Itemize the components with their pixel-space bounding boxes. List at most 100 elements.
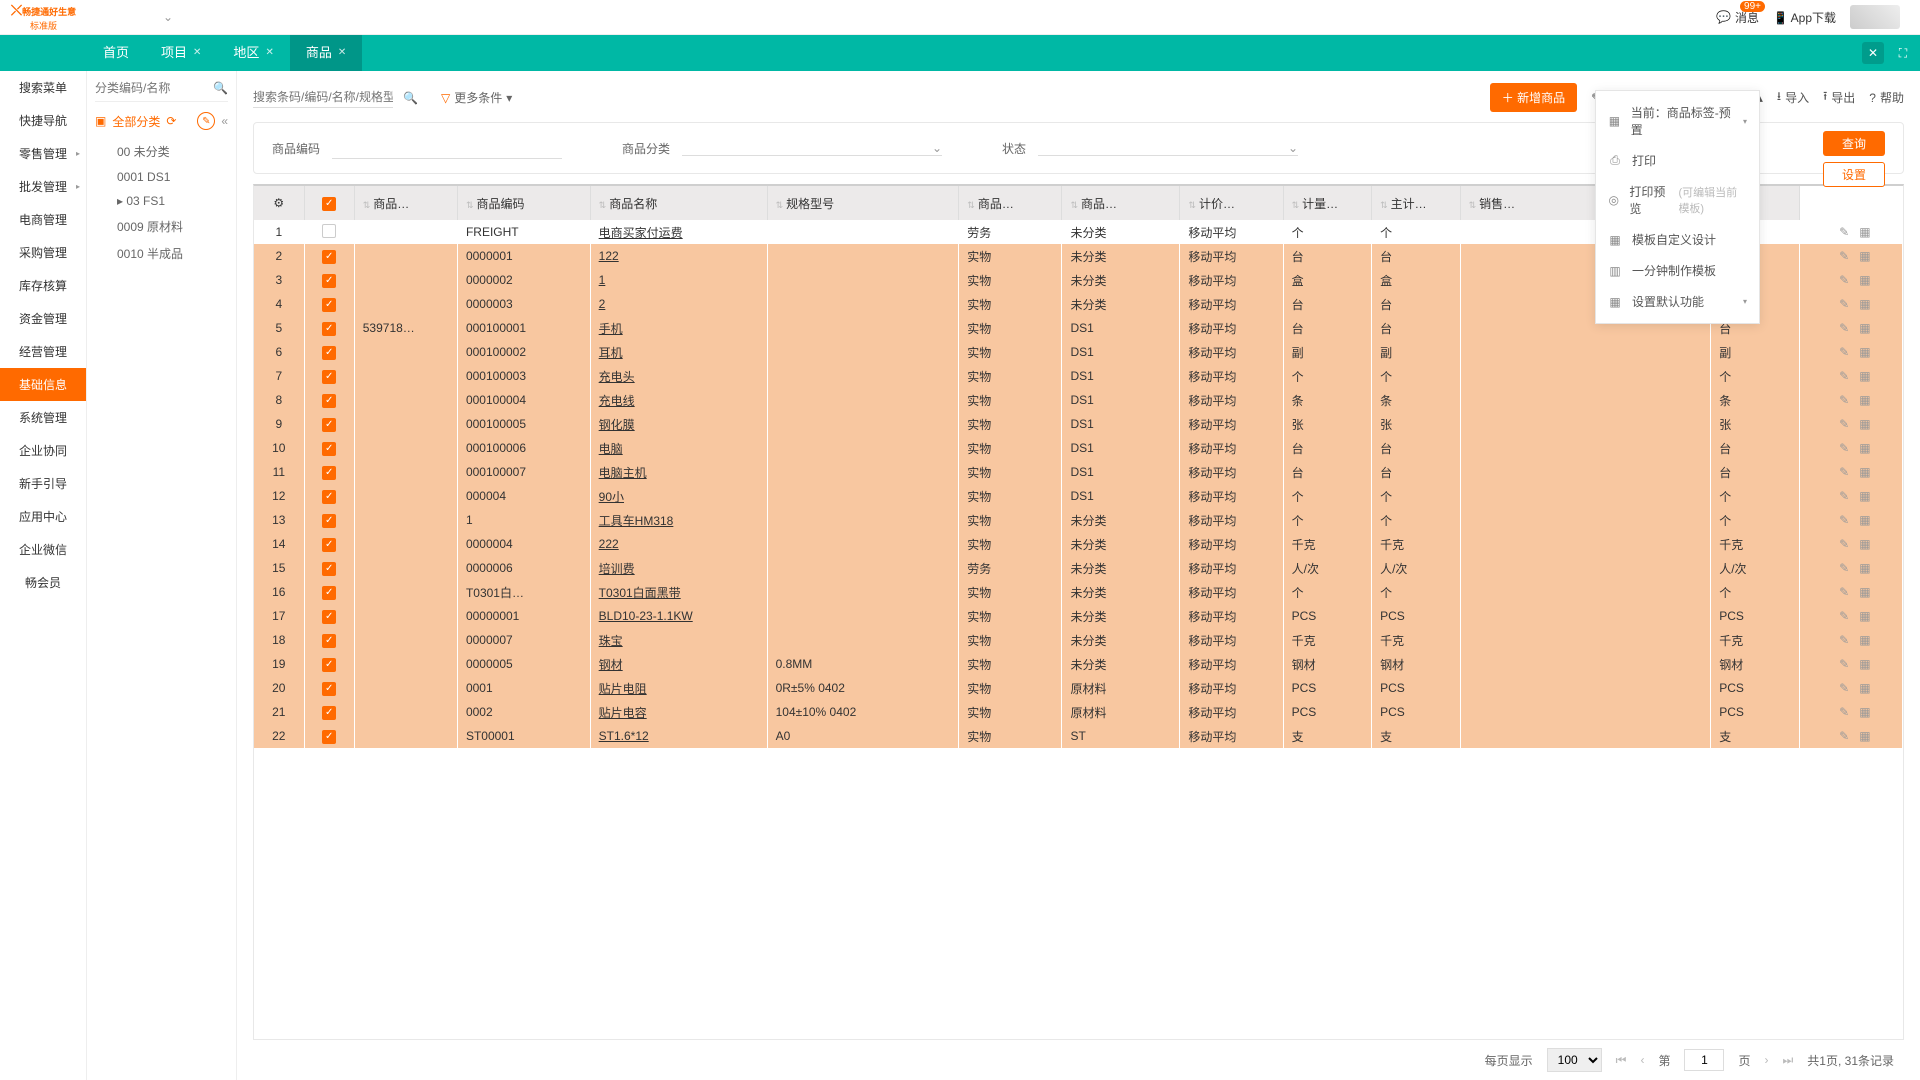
per-page-select[interactable]: 100 [1547,1048,1602,1072]
more-icon[interactable]: ▦ [1859,297,1870,311]
column-header[interactable]: ⇅商品… [1062,186,1180,220]
more-icon[interactable]: ▦ [1859,369,1870,383]
table-row[interactable]: 6✓000100002耳机实物DS1移动平均副副副✎▦ [254,340,1903,364]
more-icon[interactable]: ▦ [1859,465,1870,479]
more-icon[interactable]: ▦ [1859,489,1870,503]
tab-项目[interactable]: 项目✕ [145,35,217,71]
column-header[interactable]: ⇅计量… [1283,186,1371,220]
table-row[interactable]: 11✓000100007电脑主机实物DS1移动平均台台台✎▦ [254,460,1903,484]
more-icon[interactable]: ▦ [1859,681,1870,695]
table-row[interactable]: 20✓0001贴片电阻0R±5% 0402实物原材料移动平均PCSPCSPCS✎… [254,676,1903,700]
table-row[interactable]: 15✓0000006培训费劳务未分类移动平均人/次人/次人/次✎▦ [254,556,1903,580]
more-conditions-button[interactable]: ▽ 更多条件 ▾ [441,89,512,106]
edit-icon[interactable]: ✎ [1839,465,1849,479]
tree-node[interactable]: ▸ 03 FS1 [95,189,228,213]
close-icon[interactable]: ✕ [265,35,273,71]
more-icon[interactable]: ▦ [1859,249,1870,263]
next-page-button[interactable]: › [1764,1053,1768,1067]
sidenav-item[interactable]: 电商管理 [0,203,86,236]
tab-商品[interactable]: 商品✕ [290,35,362,71]
column-header[interactable]: ⇅商品名称 [590,186,767,220]
sidenav-item[interactable]: 资金管理 [0,302,86,335]
table-row[interactable]: 7✓000100003充电头实物DS1移动平均个个个✎▦ [254,364,1903,388]
edit-tree-icon[interactable]: ✎ [197,112,215,130]
edit-icon[interactable]: ✎ [1839,345,1849,359]
tree-node[interactable]: 00 未分类 [95,138,228,165]
search-icon[interactable]: 🔍 [403,91,418,105]
column-header[interactable]: ⇅规格型号 [767,186,959,220]
table-row[interactable]: 14✓0000004222实物未分类移动平均千克千克千克✎▦ [254,532,1903,556]
filter-category-select[interactable]: ⌄ [682,141,942,156]
tree-search-input[interactable] [95,81,213,95]
edit-icon[interactable]: ✎ [1839,633,1849,647]
add-product-button[interactable]: ＋ 新增商品 [1490,83,1577,112]
sidenav-item[interactable]: 应用中心 [0,500,86,533]
edit-icon[interactable]: ✎ [1839,537,1849,551]
edit-icon[interactable]: ✎ [1839,393,1849,407]
more-icon[interactable]: ▦ [1859,537,1870,551]
more-icon[interactable]: ▦ [1859,633,1870,647]
company-selector[interactable]: ⌄ [107,9,173,26]
gear-column[interactable]: ⚙ [254,186,304,220]
edit-icon[interactable]: ✎ [1839,417,1849,431]
table-row[interactable]: 9✓000100005钢化膜实物DS1移动平均张张张✎▦ [254,412,1903,436]
sidenav-item[interactable]: 零售管理▸ [0,137,86,170]
table-row[interactable]: 8✓000100004充电线实物DS1移动平均条条条✎▦ [254,388,1903,412]
tree-all-label[interactable]: 全部分类 [112,113,160,130]
filter-status-select[interactable]: ⌄ [1038,141,1298,156]
column-header[interactable]: ⇅商品… [354,186,457,220]
more-icon[interactable]: ▦ [1859,321,1870,335]
more-icon[interactable]: ▦ [1859,345,1870,359]
table-row[interactable]: 22✓ST00001ST1.6*12A0实物ST移动平均支支支✎▦ [254,724,1903,748]
table-row[interactable]: 18✓0000007珠宝实物未分类移动平均千克千克千克✎▦ [254,628,1903,652]
tree-node[interactable]: 0010 半成品 [95,240,228,267]
more-icon[interactable]: ▦ [1859,225,1870,239]
dropdown-item[interactable]: ▥一分钟制作模板 [1596,255,1759,286]
fullscreen-icon[interactable]: ⛶ [1892,42,1914,64]
sidenav-item[interactable]: 基础信息 [0,368,86,401]
import-button[interactable]: ⭳导入 [1777,87,1809,108]
sidenav-item[interactable]: 库存核算 [0,269,86,302]
dropdown-item[interactable]: ◎打印预览(可编辑当前模板) [1596,176,1759,224]
messages-button[interactable]: 💬 消息 99+ [1716,9,1759,26]
dropdown-item[interactable]: ▦设置默认功能▾ [1596,286,1759,317]
edit-icon[interactable]: ✎ [1839,609,1849,623]
select-all[interactable]: ✓ [304,186,354,220]
prev-page-button[interactable]: ‹ [1640,1053,1644,1067]
tree-node[interactable]: 0001 DS1 [95,165,228,189]
more-icon[interactable]: ▦ [1859,273,1870,287]
last-page-button[interactable]: ⏭ [1782,1053,1793,1068]
table-row[interactable]: 16✓T0301白…T0301白面黑带实物未分类移动平均个个个✎▦ [254,580,1903,604]
more-icon[interactable]: ▦ [1859,705,1870,719]
settings-button[interactable]: 设置 [1823,162,1885,187]
export-button[interactable]: ⭱导出 [1823,87,1855,108]
close-icon[interactable]: ✕ [338,35,346,71]
tab-地区[interactable]: 地区✕ [217,35,289,71]
edit-icon[interactable]: ✎ [1839,681,1849,695]
tab-首页[interactable]: 首页 [87,35,145,71]
edit-icon[interactable]: ✎ [1839,657,1849,671]
more-icon[interactable]: ▦ [1859,609,1870,623]
edit-icon[interactable]: ✎ [1839,513,1849,527]
edit-icon[interactable]: ✎ [1839,225,1849,239]
tree-node[interactable]: 0009 原材料 [95,213,228,240]
sidenav-item[interactable]: 企业微信 [0,533,86,566]
sidenav-item[interactable]: 系统管理 [0,401,86,434]
dropdown-item[interactable]: ⎙打印 [1596,145,1759,176]
help-button[interactable]: ?帮助 [1869,89,1904,106]
more-icon[interactable]: ▦ [1859,585,1870,599]
sidenav-item[interactable]: 批发管理▸ [0,170,86,203]
query-button[interactable]: 查询 [1823,131,1885,156]
more-icon[interactable]: ▦ [1859,561,1870,575]
edit-icon[interactable]: ✎ [1839,489,1849,503]
table-row[interactable]: 12✓00000490小实物DS1移动平均个个个✎▦ [254,484,1903,508]
table-row[interactable]: 13✓1工具车HM318实物未分类移动平均个个个✎▦ [254,508,1903,532]
search-icon[interactable]: 🔍 [213,81,228,95]
sidenav-item[interactable]: 经营管理 [0,335,86,368]
refresh-icon[interactable]: ⟳ [166,114,176,128]
table-row[interactable]: 21✓0002贴片电容104±10% 0402实物原材料移动平均PCSPCSPC… [254,700,1903,724]
more-icon[interactable]: ▦ [1859,417,1870,431]
edit-icon[interactable]: ✎ [1839,369,1849,383]
edit-icon[interactable]: ✎ [1839,441,1849,455]
first-page-button[interactable]: ⏮ [1616,1053,1627,1068]
